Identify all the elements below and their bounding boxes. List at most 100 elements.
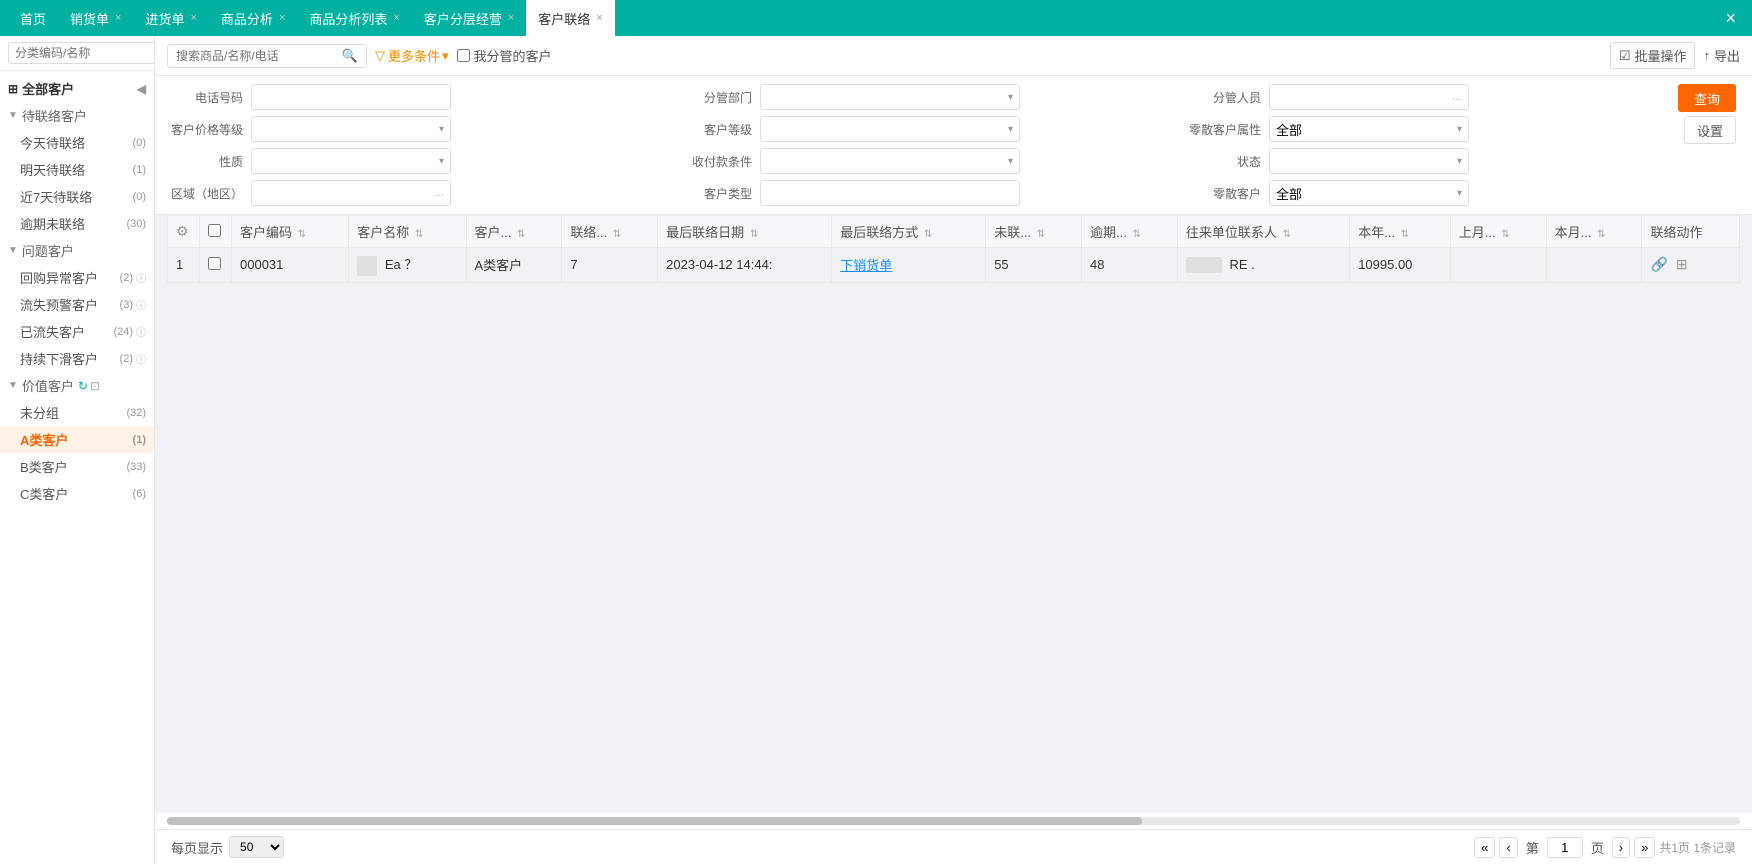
th-level[interactable]: 客户... ⇅: [466, 216, 562, 248]
sidebar: 🔍 ⊞ 全部客户 ◀ ▼ 待联络客户 今天待联络 (0) 明天待联络 (1) 近…: [0, 36, 155, 864]
close-product-analysis-icon[interactable]: ×: [279, 12, 285, 24]
contact-grid-icon[interactable]: ⊞: [1676, 256, 1688, 273]
scroll-thumb[interactable]: [167, 817, 1142, 825]
tab-purchase-order[interactable]: 进货单 ×: [133, 0, 208, 36]
level-sort-icon: ⇅: [517, 229, 525, 240]
filter-search-icon[interactable]: 🔍: [342, 48, 358, 64]
th-this-year[interactable]: 本年... ⇅: [1350, 216, 1451, 248]
filter-search-input[interactable]: [176, 49, 342, 63]
last-date-sort-icon: ⇅: [750, 229, 758, 240]
last-contact-method-link[interactable]: 下销货单: [840, 258, 892, 273]
filter-status-select[interactable]: ▾: [1269, 148, 1469, 174]
filter-nature-select[interactable]: ▾: [251, 148, 451, 174]
sidebar-problem-group[interactable]: ▼ 问题客户: [0, 237, 154, 264]
th-last-contact-method[interactable]: 最后联络方式 ⇅: [832, 216, 986, 248]
horizontal-scrollbar[interactable]: [167, 817, 1740, 825]
th-code[interactable]: 客户编码 ⇅: [232, 216, 349, 248]
th-unit-contact[interactable]: 往来单位联系人 ⇅: [1177, 216, 1349, 248]
sidebar-value-group[interactable]: ▼ 价值客户 ↻ ⊡: [0, 372, 154, 399]
value-group-settings-icon[interactable]: ⊡: [90, 379, 100, 393]
sidebar-item-declining[interactable]: 持续下滑客户 (2) ⓘ: [0, 345, 154, 372]
repurchase-info-icon: ⓘ: [136, 270, 146, 285]
tab-home[interactable]: 首页: [8, 0, 58, 36]
filter-retail-attr-select[interactable]: 全部 ▾: [1269, 116, 1469, 142]
sidebar-item-overdue-pending[interactable]: 逾期未联络 (30): [0, 210, 154, 237]
value-group-refresh-icon[interactable]: ↻: [78, 379, 88, 393]
table-settings-icon[interactable]: ⚙: [176, 223, 189, 239]
select-all-checkbox[interactable]: [208, 224, 221, 237]
sidebar-item-b-class[interactable]: B类客户 (33): [0, 453, 154, 480]
tab-sales-order[interactable]: 销货单 ×: [58, 0, 133, 36]
sidebar-item-c-class[interactable]: C类客户 (6): [0, 480, 154, 507]
close-all-button[interactable]: ×: [1717, 8, 1744, 29]
tab-customer-segmentation[interactable]: 客户分层经营 ×: [412, 0, 526, 36]
main-layout: 🔍 ⊞ 全部客户 ◀ ▼ 待联络客户 今天待联络 (0) 明天待联络 (1) 近…: [0, 36, 1752, 864]
td-level: A类客户: [466, 248, 562, 283]
query-button[interactable]: 查询: [1678, 84, 1736, 112]
sidebar-item-tomorrow-pending[interactable]: 明天待联络 (1): [0, 156, 154, 183]
filter-customer-type-select[interactable]: [760, 180, 1020, 206]
close-sales-order-icon[interactable]: ×: [115, 12, 121, 24]
close-customer-contact-icon[interactable]: ×: [596, 12, 602, 24]
sidebar-collapse-icon[interactable]: ◀: [137, 82, 146, 96]
filter-customer-type-field: 客户类型: [680, 180, 1157, 206]
sidebar-item-churn-warning[interactable]: 流失预警客户 (3) ⓘ: [0, 291, 154, 318]
churned-info-icon: ⓘ: [136, 324, 146, 339]
page-of-label: 页: [1591, 838, 1604, 857]
filter-phone-input[interactable]: [251, 84, 451, 110]
close-purchase-order-icon[interactable]: ×: [190, 12, 196, 24]
filter-level-select[interactable]: ▾: [760, 116, 1020, 142]
sidebar-item-repurchase-abnormal[interactable]: 回购异常客户 (2) ⓘ: [0, 264, 154, 291]
export-button[interactable]: ↑ 导出: [1703, 46, 1740, 65]
sidebar-item-today-pending[interactable]: 今天待联络 (0): [0, 129, 154, 156]
th-overdue[interactable]: 逾期... ⇅: [1082, 216, 1178, 248]
sidebar-item-7day-pending[interactable]: 近7天待联络 (0): [0, 183, 154, 210]
tab-customer-contact[interactable]: 客户联络 ×: [526, 0, 614, 36]
first-page-button[interactable]: «: [1474, 837, 1495, 858]
this-year-sort-icon: ⇅: [1401, 229, 1409, 240]
sidebar-pending-group[interactable]: ▼ 待联络客户: [0, 102, 154, 129]
filter-dept-select[interactable]: ▾: [760, 84, 1020, 110]
person-more-icon: …: [1452, 92, 1462, 103]
td-last-month: [1450, 248, 1546, 283]
filter-region-select[interactable]: …: [251, 180, 451, 206]
unit-contact-avatar: [1186, 257, 1222, 273]
th-contact-count[interactable]: 联络... ⇅: [562, 216, 658, 248]
action-buttons-area: 查询 设置: [1666, 84, 1736, 144]
th-last-month[interactable]: 上月... ⇅: [1450, 216, 1546, 248]
page-number-input[interactable]: [1547, 837, 1583, 858]
batch-ops-button[interactable]: ☑ 批量操作: [1610, 42, 1696, 69]
filter-more-button[interactable]: ▽ 更多条件 ▾: [375, 46, 449, 65]
th-name[interactable]: 客户名称 ⇅: [349, 216, 466, 248]
page-size-select[interactable]: 10 20 50 100: [229, 836, 284, 858]
my-customers-checkbox[interactable]: [457, 49, 470, 62]
table-header-row: ⚙ 客户编码 ⇅ 客户名称 ⇅: [168, 216, 1740, 248]
last-page-button[interactable]: »: [1634, 837, 1655, 858]
sidebar-item-churned[interactable]: 已流失客户 (24) ⓘ: [0, 318, 154, 345]
retail-attr-dropdown-icon: ▾: [1457, 124, 1462, 135]
td-overdue: 48: [1082, 248, 1178, 283]
close-product-analysis-list-icon[interactable]: ×: [393, 12, 399, 24]
prev-page-button[interactable]: ‹: [1499, 837, 1517, 858]
filter-pay-method-select[interactable]: ▾: [760, 148, 1020, 174]
funnel-icon: ▽: [375, 48, 385, 64]
tab-product-analysis[interactable]: 商品分析 ×: [209, 0, 297, 36]
sidebar-item-a-class[interactable]: A类客户 (1): [0, 426, 154, 453]
settings-button[interactable]: 设置: [1684, 116, 1736, 144]
row-checkbox[interactable]: [208, 257, 221, 270]
close-customer-seg-icon[interactable]: ×: [508, 12, 514, 24]
th-this-month[interactable]: 本月... ⇅: [1546, 216, 1642, 248]
next-page-button[interactable]: ›: [1612, 837, 1630, 858]
content-area: 🔍 ▽ 更多条件 ▾ 我分管的客户 ☑ 批量操作 ↑ 导出: [155, 36, 1752, 864]
td-checkbox: [200, 248, 232, 283]
filter-price-level-select[interactable]: ▾: [251, 116, 451, 142]
sidebar-item-ungrouped[interactable]: 未分组 (32): [0, 399, 154, 426]
th-uncontacted[interactable]: 未联... ⇅: [986, 216, 1082, 248]
sidebar-search-input[interactable]: [8, 42, 155, 64]
filter-person-select[interactable]: …: [1269, 84, 1469, 110]
contact-link-icon[interactable]: 🔗: [1650, 256, 1667, 273]
th-last-contact-date[interactable]: 最后联络日期 ⇅: [658, 216, 832, 248]
sidebar-all-customers-header[interactable]: ⊞ 全部客户 ◀: [0, 71, 154, 102]
filter-retail-customer-select[interactable]: 全部 ▾: [1269, 180, 1469, 206]
tab-product-analysis-list[interactable]: 商品分析列表 ×: [297, 0, 411, 36]
